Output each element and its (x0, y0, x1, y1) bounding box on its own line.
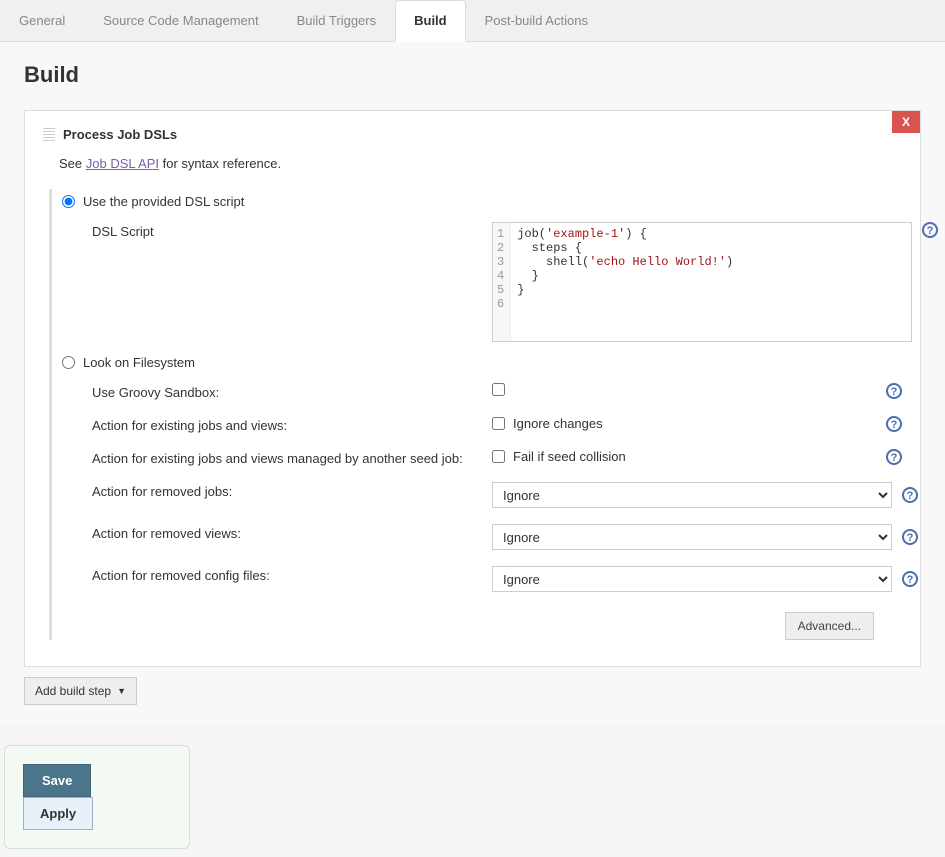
action-managed-label: Action for existing jobs and views manag… (92, 449, 492, 466)
dsl-script-label: DSL Script (92, 222, 492, 239)
dsl-script-editor[interactable]: 1 2 3 4 5 6 job('example-1') { steps { s… (492, 222, 912, 342)
drag-handle-icon[interactable] (43, 128, 55, 142)
sandbox-checkbox[interactable] (492, 383, 505, 396)
editor-gutter: 1 2 3 4 5 6 (493, 223, 511, 341)
help-icon[interactable]: ? (922, 222, 938, 238)
action-removed-views-label: Action for removed views: (92, 524, 492, 541)
syntax-reference: See Job DSL API for syntax reference. (59, 156, 886, 171)
fail-seed-collision-label: Fail if seed collision (513, 449, 626, 464)
tab-triggers[interactable]: Build Triggers (278, 0, 395, 41)
add-build-step-label: Add build step (35, 684, 111, 698)
help-icon[interactable]: ? (902, 529, 918, 545)
build-section: Build X Process Job DSLs See Job DSL API… (0, 42, 945, 725)
action-existing-label: Action for existing jobs and views: (92, 416, 492, 433)
radio-filesystem-label[interactable]: Look on Filesystem (83, 355, 195, 370)
help-icon[interactable]: ? (886, 416, 902, 432)
syntax-suffix: for syntax reference. (159, 156, 281, 171)
ignore-changes-checkbox[interactable] (492, 417, 505, 430)
removed-config-select[interactable]: Ignore (492, 566, 892, 592)
help-icon[interactable]: ? (886, 449, 902, 465)
help-icon[interactable]: ? (886, 383, 902, 399)
removed-jobs-select[interactable]: Ignore (492, 482, 892, 508)
step-title: Process Job DSLs (63, 127, 177, 142)
radio-provided-script[interactable] (62, 195, 75, 208)
radio-filesystem[interactable] (62, 356, 75, 369)
section-title: Build (24, 62, 921, 88)
save-button[interactable]: Save (23, 764, 91, 797)
syntax-prefix: See (59, 156, 86, 171)
tab-general[interactable]: General (0, 0, 84, 41)
tab-scm[interactable]: Source Code Management (84, 0, 277, 41)
sandbox-label: Use Groovy Sandbox: (92, 383, 492, 400)
help-icon[interactable]: ? (902, 571, 918, 587)
advanced-button[interactable]: Advanced... (785, 612, 874, 640)
radio-provided-label[interactable]: Use the provided DSL script (83, 194, 244, 209)
delete-step-button[interactable]: X (892, 111, 920, 133)
build-step-process-job-dsls: X Process Job DSLs See Job DSL API for s… (24, 110, 921, 667)
editor-content[interactable]: job('example-1') { steps { shell('echo H… (511, 223, 739, 341)
fail-seed-collision-checkbox[interactable] (492, 450, 505, 463)
add-build-step-button[interactable]: Add build step ▼ (24, 677, 137, 705)
apply-button[interactable]: Apply (23, 797, 93, 830)
footer-actions: Save Apply (4, 745, 190, 849)
config-tabs: General Source Code Management Build Tri… (0, 0, 945, 42)
ignore-changes-label: Ignore changes (513, 416, 603, 431)
caret-down-icon: ▼ (117, 686, 126, 696)
action-removed-config-label: Action for removed config files: (92, 566, 492, 583)
removed-views-select[interactable]: Ignore (492, 524, 892, 550)
action-removed-jobs-label: Action for removed jobs: (92, 482, 492, 499)
tab-build[interactable]: Build (395, 0, 466, 42)
help-icon[interactable]: ? (902, 487, 918, 503)
job-dsl-api-link[interactable]: Job DSL API (86, 156, 159, 171)
tab-post-build[interactable]: Post-build Actions (466, 0, 607, 41)
script-source-group: Use the provided DSL script DSL Script 1… (49, 189, 902, 640)
